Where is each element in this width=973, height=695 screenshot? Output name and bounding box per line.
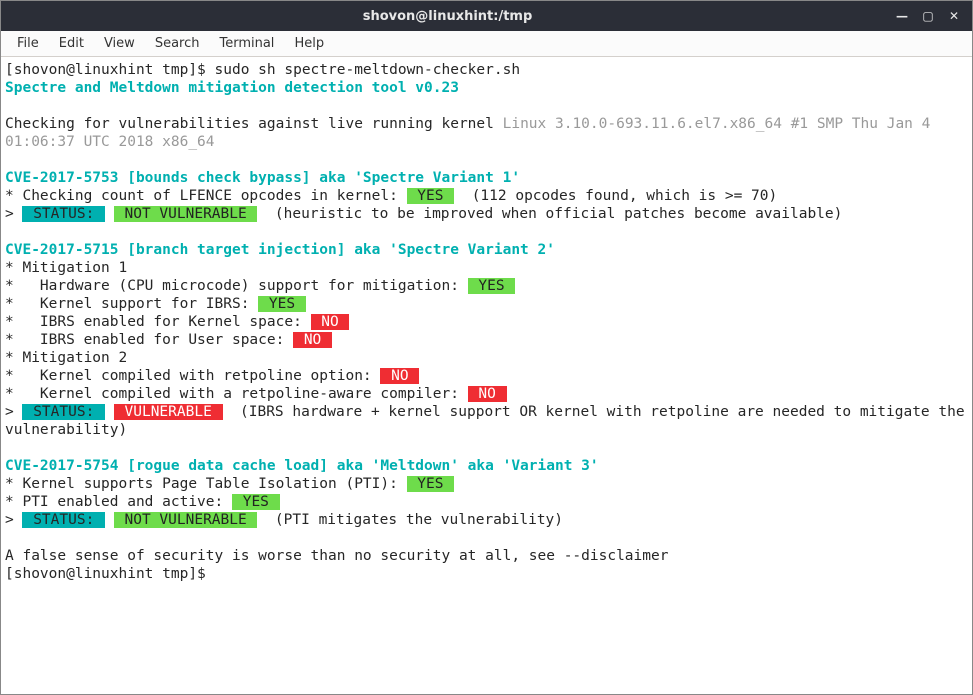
cve3-status-post: (PTI mitigates the vulnerability) xyxy=(257,512,563,528)
no-badge: NO xyxy=(311,314,350,330)
status-badge: STATUS: xyxy=(22,206,105,222)
menu-search[interactable]: Search xyxy=(145,33,210,54)
window-title: shovon@linuxhint:/tmp xyxy=(7,9,888,24)
cve2-l5: * Kernel compiled with retpoline option: xyxy=(5,368,380,384)
command: sudo sh spectre-meltdown-checker.sh xyxy=(215,62,521,78)
not-vulnerable-badge: NOT VULNERABLE xyxy=(114,206,258,222)
cve3-l1: * Kernel supports Page Table Isolation (… xyxy=(5,476,407,492)
cve2-l1: * Hardware (CPU microcode) support for m… xyxy=(5,278,468,294)
cve2-m2: * Mitigation 2 xyxy=(5,350,127,366)
gt: > xyxy=(5,512,22,528)
status-badge: STATUS: xyxy=(22,404,105,420)
titlebar: shovon@linuxhint:/tmp — ▢ ✕ xyxy=(1,1,972,31)
menu-help[interactable]: Help xyxy=(284,33,334,54)
menu-view[interactable]: View xyxy=(94,33,145,54)
not-vulnerable-badge: NOT VULNERABLE xyxy=(114,512,258,528)
checking-prefix: Checking for vulnerabilities against liv… xyxy=(5,116,503,132)
disclaimer: A false sense of security is worse than … xyxy=(5,548,668,564)
close-button[interactable]: ✕ xyxy=(942,5,966,27)
cve1-line1: * Checking count of LFENCE opcodes in ke… xyxy=(5,188,407,204)
yes-badge: YES xyxy=(407,476,455,492)
cve2-header: CVE-2017-5715 [branch target injection] … xyxy=(5,242,555,258)
gt: > xyxy=(5,206,22,222)
yes-badge: YES xyxy=(407,188,455,204)
menu-file[interactable]: File xyxy=(7,33,49,54)
minimize-button[interactable]: — xyxy=(890,5,914,27)
yes-badge: YES xyxy=(468,278,516,294)
cve1-line1-post: (112 opcodes found, which is >= 70) xyxy=(454,188,777,204)
cve1-header: CVE-2017-5753 [bounds check bypass] aka … xyxy=(5,170,520,186)
yes-badge: YES xyxy=(232,494,280,510)
no-badge: NO xyxy=(468,386,507,402)
tool-title: Spectre and Meltdown mitigation detectio… xyxy=(5,80,459,96)
maximize-button[interactable]: ▢ xyxy=(916,5,940,27)
cve2-l4: * IBRS enabled for User space: xyxy=(5,332,293,348)
terminal-output[interactable]: [shovon@linuxhint tmp]$ sudo sh spectre-… xyxy=(1,57,972,694)
cve1-status-post: (heuristic to be improved when official … xyxy=(257,206,842,222)
cve2-m1: * Mitigation 1 xyxy=(5,260,127,276)
prompt: [shovon@linuxhint tmp]$ xyxy=(5,62,215,78)
cve3-header: CVE-2017-5754 [rogue data cache load] ak… xyxy=(5,458,599,474)
vulnerable-badge: VULNERABLE xyxy=(114,404,223,420)
cve3-l2: * PTI enabled and active: xyxy=(5,494,232,510)
cve2-l3: * IBRS enabled for Kernel space: xyxy=(5,314,311,330)
no-badge: NO xyxy=(293,332,332,348)
prompt: [shovon@linuxhint tmp]$ xyxy=(5,566,215,582)
yes-badge: YES xyxy=(258,296,306,312)
cve2-l6: * Kernel compiled with a retpoline-aware… xyxy=(5,386,468,402)
terminal-window: shovon@linuxhint:/tmp — ▢ ✕ File Edit Vi… xyxy=(0,0,973,695)
status-badge: STATUS: xyxy=(22,512,105,528)
no-badge: NO xyxy=(380,368,419,384)
menubar: File Edit View Search Terminal Help xyxy=(1,31,972,57)
menu-edit[interactable]: Edit xyxy=(49,33,94,54)
menu-terminal[interactable]: Terminal xyxy=(209,33,284,54)
gt: > xyxy=(5,404,22,420)
cve2-l2: * Kernel support for IBRS: xyxy=(5,296,258,312)
